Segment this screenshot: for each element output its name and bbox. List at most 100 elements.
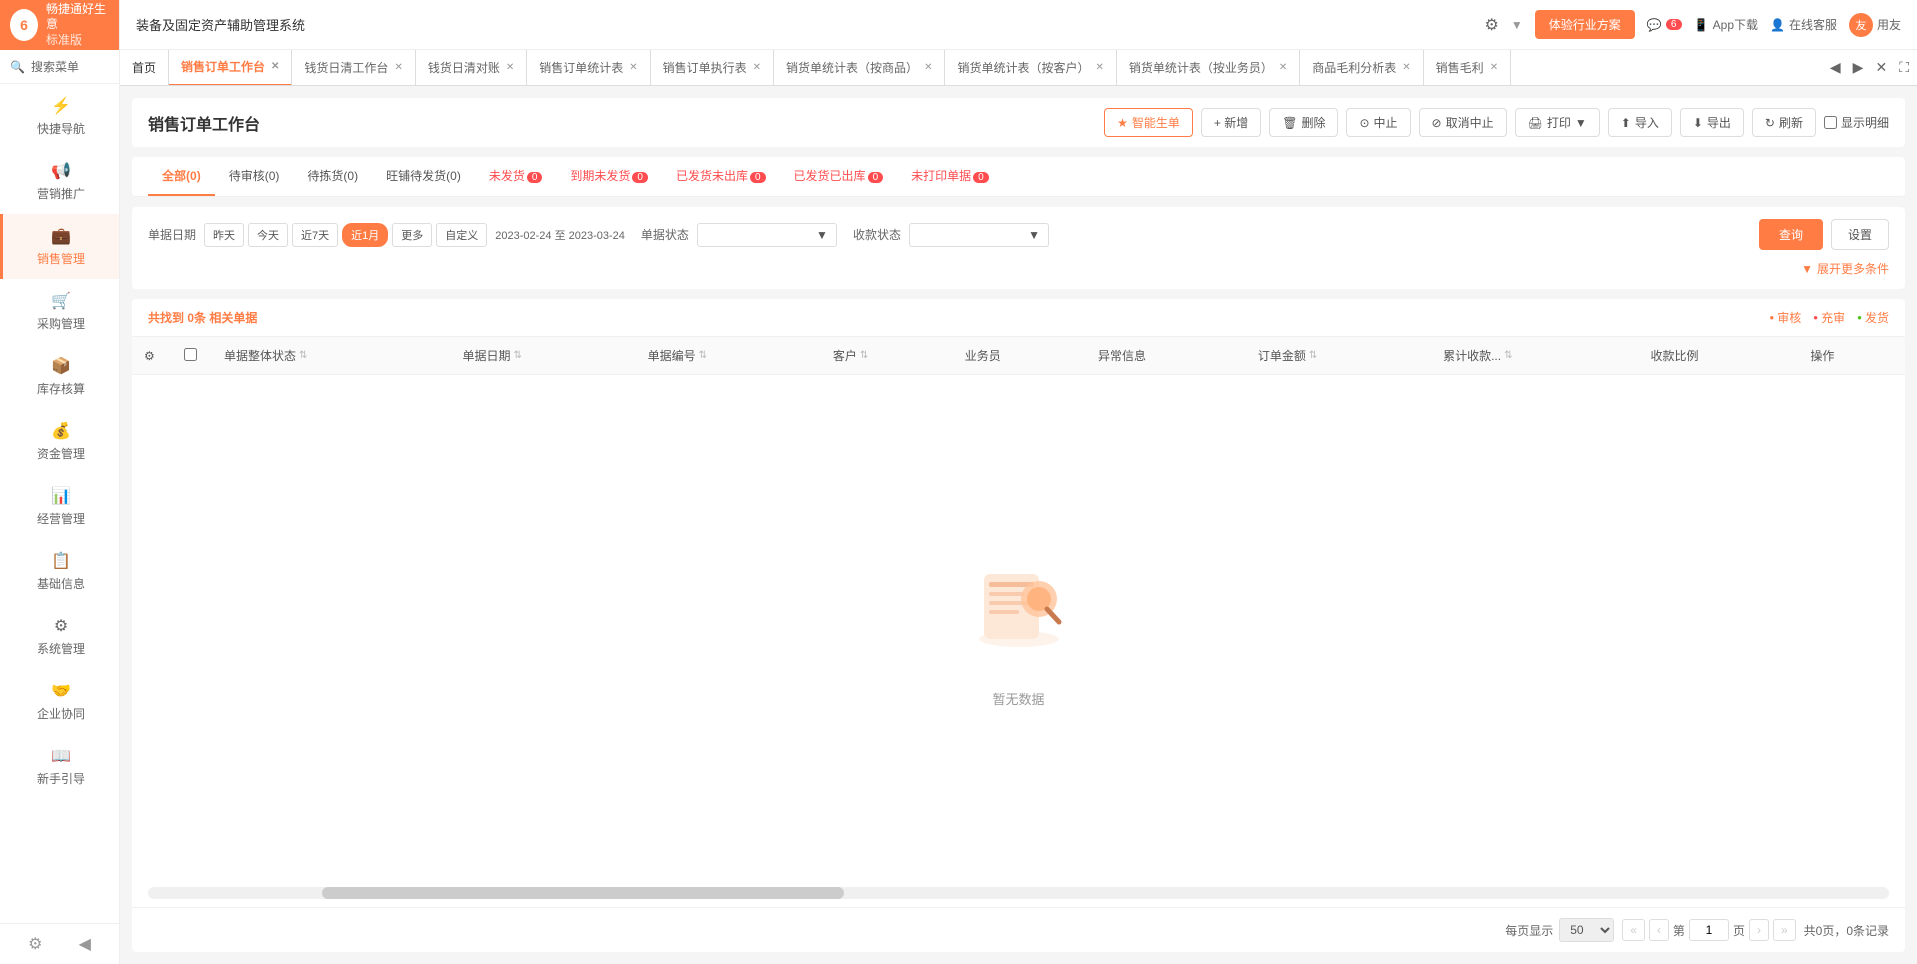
filter-tab-shipped-not-out[interactable]: 已发货未出库0 [662, 157, 780, 196]
print-button[interactable]: 🖨 打印 ▼ [1515, 108, 1600, 137]
last-page-btn[interactable]: » [1773, 919, 1796, 941]
column-settings-icon[interactable]: ⚙ [144, 349, 155, 363]
stop-button[interactable]: ⊙ 中止 [1346, 108, 1410, 137]
sidebar-item-finance[interactable]: 💰 资金管理 [0, 409, 119, 474]
tab-sales-margin[interactable]: 销售毛利 ✕ [1424, 50, 1511, 86]
void-action-btn[interactable]: 充审 [1813, 309, 1845, 326]
tab-fullscreen-btn[interactable]: ⛶ [1895, 55, 1913, 80]
tab-close-icon[interactable]: ✕ [924, 62, 932, 73]
star-icon: ★ [1117, 116, 1128, 130]
select-all-checkbox[interactable] [184, 348, 197, 361]
sidebar-item-cooperation[interactable]: 🤝 企业协同 [0, 669, 119, 734]
th-payment-ratio: 收款比例 [1638, 337, 1798, 375]
tab-close-icon[interactable]: ✕ [271, 61, 279, 72]
tab-sales-by-product[interactable]: 销货单统计表（按商品） ✕ [774, 50, 945, 86]
header-settings-icon[interactable]: ⚙ [1485, 15, 1499, 35]
sidebar-item-search[interactable]: 🔍 搜索菜单 [0, 50, 119, 84]
tab-close-icon[interactable]: ✕ [1279, 62, 1287, 73]
online-service-btn[interactable]: 👤 在线客服 [1770, 16, 1837, 33]
query-button[interactable]: 查询 [1759, 219, 1823, 250]
date-btn-custom[interactable]: 自定义 [436, 223, 487, 247]
filter-tab-pending-review[interactable]: 待审核(0) [215, 157, 294, 196]
tab-sales-by-customer[interactable]: 销货单统计表（按客户） ✕ [945, 50, 1116, 86]
tab-prev-btn[interactable]: ◀ [1826, 55, 1845, 80]
tab-sales-by-staff[interactable]: 销货单统计表（按业务员） ✕ [1117, 50, 1300, 86]
tab-gross-profit[interactable]: 商品毛利分析表 ✕ [1300, 50, 1423, 86]
sidebar-item-system[interactable]: ⚙ 系统管理 [0, 604, 119, 669]
delete-button[interactable]: 🗑 删除 [1269, 108, 1338, 137]
dropdown-icon[interactable]: ▼ [1511, 18, 1523, 32]
tab-cash-reconcile[interactable]: 钱货日清对账 ✕ [416, 50, 527, 86]
collapse-btn[interactable]: ◀ [79, 934, 91, 954]
sidebar-item-guide[interactable]: 📖 新手引导 [0, 734, 119, 799]
tab-close-icon[interactable]: ✕ [506, 62, 514, 73]
settings-button[interactable]: 设置 [1831, 219, 1889, 250]
filter-tab-all[interactable]: 全部(0) [148, 157, 215, 196]
first-page-btn[interactable]: « [1622, 919, 1645, 941]
tab-close-icon[interactable]: ✕ [1095, 62, 1103, 73]
date-btn-1month[interactable]: 近1月 [342, 223, 388, 247]
sidebar-item-quick-nav[interactable]: ⚡ 快捷导航 [0, 84, 119, 149]
app-download-btn[interactable]: 📱 App下载 [1694, 16, 1758, 33]
filter-tab-wangpu-ship[interactable]: 旺铺待发货(0) [372, 157, 475, 196]
show-detail-input[interactable] [1824, 116, 1837, 129]
ship-action-btn[interactable]: 发货 [1857, 309, 1889, 326]
scroll-thumb[interactable] [322, 887, 844, 899]
filter-tab-shipped-out[interactable]: 已发货已出库0 [780, 157, 898, 196]
per-page-select[interactable]: 50 20 100 [1559, 918, 1614, 942]
sidebar-item-basic-info[interactable]: 📋 基础信息 [0, 539, 119, 604]
settings-btn[interactable]: ⚙ [28, 934, 42, 954]
tab-sales-exec[interactable]: 销售订单执行表 ✕ [651, 50, 774, 86]
tab-close-all-btn[interactable]: ✕ [1871, 55, 1891, 80]
smart-order-button[interactable]: ★ 智能生单 [1104, 108, 1193, 137]
export-button[interactable]: ⬇ 导出 [1680, 108, 1744, 137]
audit-action-btn[interactable]: 审核 [1769, 309, 1801, 326]
sidebar-item-purchase[interactable]: 🛒 采购管理 [0, 279, 119, 344]
filter-tab-pending-pick[interactable]: 待拣货(0) [293, 157, 372, 196]
sidebar-item-operation[interactable]: 📊 经营管理 [0, 474, 119, 539]
payment-select[interactable]: ▼ [909, 223, 1049, 247]
tab-sales-stats[interactable]: 销售订单统计表 ✕ [527, 50, 650, 86]
operation-icon: 📊 [51, 486, 71, 506]
prev-page-btn[interactable]: ‹ [1649, 919, 1669, 941]
message-badge: 6 [1666, 19, 1682, 30]
tab-close-icon[interactable]: ✕ [394, 62, 402, 73]
page-number-input[interactable] [1689, 919, 1729, 941]
tab-close-icon[interactable]: ✕ [1402, 62, 1410, 73]
date-btn-today[interactable]: 今天 [248, 223, 288, 247]
filter-tab-not-printed[interactable]: 未打印单据0 [897, 157, 1003, 196]
refresh-button[interactable]: ↻ 刷新 [1752, 108, 1816, 137]
date-btn-more[interactable]: 更多 [392, 223, 432, 247]
date-btn-7days[interactable]: 近7天 [292, 223, 338, 247]
expand-filter-btn[interactable]: ▼ 展开更多条件 [1801, 260, 1889, 277]
tab-sales-order-workbench[interactable]: 销售订单工作台 ✕ [169, 50, 292, 86]
industry-button[interactable]: 体验行业方案 [1535, 10, 1635, 39]
tab-close-icon[interactable]: ✕ [1490, 62, 1498, 73]
message-btn[interactable]: 💬 6 [1647, 18, 1682, 32]
filter-tab-not-shipped[interactable]: 未发货0 [475, 157, 557, 196]
show-detail-checkbox[interactable]: 显示明细 [1824, 114, 1889, 131]
filter-panel: 单据日期 昨天 今天 近7天 近1月 更多 自定义 2023-02-24 至 2… [132, 207, 1905, 289]
tab-next-btn[interactable]: ▶ [1849, 55, 1868, 80]
import-button[interactable]: ⬆ 导入 [1608, 108, 1672, 137]
tab-close-icon[interactable]: ✕ [629, 62, 637, 73]
tab-home[interactable]: 首页 [120, 50, 169, 86]
horizontal-scrollbar[interactable] [148, 887, 1889, 899]
tab-close-icon[interactable]: ✕ [753, 62, 761, 73]
status-select[interactable]: ▼ [697, 223, 837, 247]
next-page-btn[interactable]: › [1749, 919, 1769, 941]
tab-cash-daily[interactable]: 钱货日清工作台 ✕ [292, 50, 415, 86]
filter-tab-overdue-not-shipped[interactable]: 到期未发货0 [556, 157, 662, 196]
add-button[interactable]: + 新增 [1201, 108, 1261, 137]
system-title: 装备及固定资产辅助管理系统 [136, 15, 1473, 34]
date-btn-yesterday[interactable]: 昨天 [204, 223, 244, 247]
sidebar-item-marketing[interactable]: 📢 营销推广 [0, 149, 119, 214]
user-btn[interactable]: 友 用友 [1849, 13, 1901, 37]
home-label: 首页 [132, 59, 156, 76]
purchase-label: 采购管理 [37, 315, 85, 332]
cancel-stop-button[interactable]: ⊘ 取消中止 [1419, 108, 1507, 137]
th-settings: ⚙ [132, 337, 172, 375]
sort-icon: ⇅ [1504, 350, 1512, 361]
sidebar-item-sales[interactable]: 💼 销售管理 [0, 214, 119, 279]
sidebar-item-inventory[interactable]: 📦 库存核算 [0, 344, 119, 409]
